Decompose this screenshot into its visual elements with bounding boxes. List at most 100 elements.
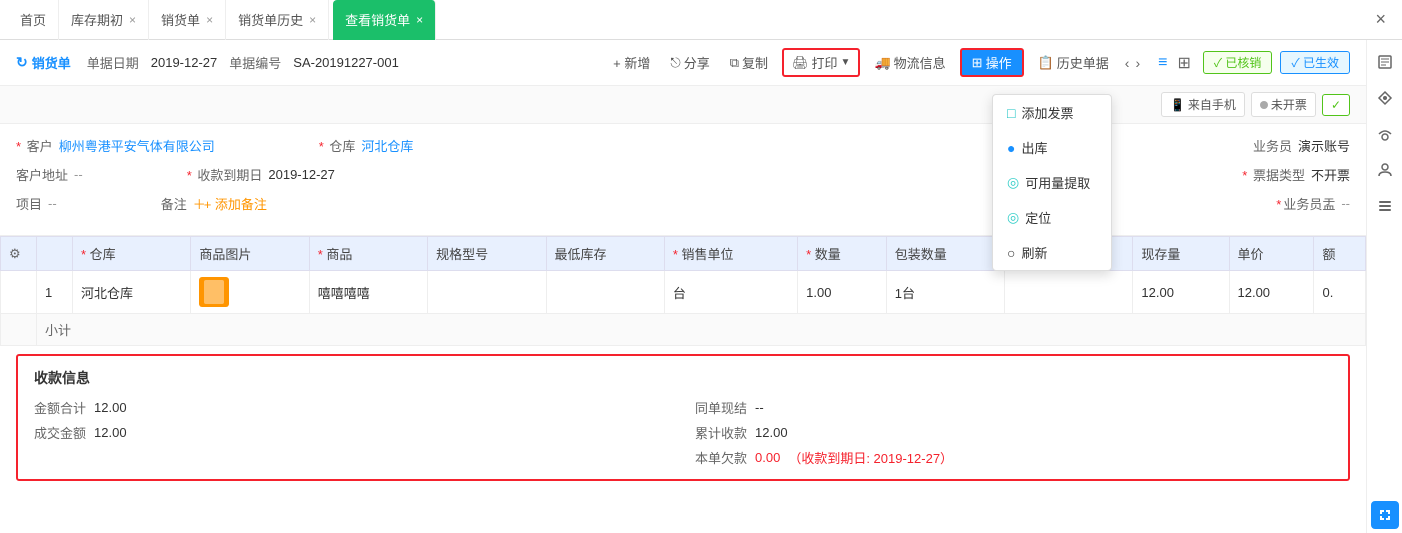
row-sales-unit: 台: [664, 271, 797, 314]
sidebar-icon-5[interactable]: [1371, 192, 1399, 220]
sidebar-icon-2[interactable]: [1371, 84, 1399, 112]
confirm-button[interactable]: ✓: [1322, 94, 1350, 116]
same-order-value: --: [755, 400, 764, 415]
add-note-button[interactable]: ＋ + 添加备注: [193, 194, 267, 213]
row-available: [1005, 271, 1133, 314]
row-index: 1: [37, 271, 73, 314]
toolbar-right: + 新增 ⎋ 分享 ⧉ 复制 🖨 打印 ▼ 🚚 物流信息: [607, 48, 1350, 77]
customer-field: 客户 柳州粤港平安气体有限公司: [16, 136, 215, 155]
col-pack-qty: 包装数量: [886, 237, 1004, 271]
cancelled-badge[interactable]: ✓ 已核销: [1203, 51, 1273, 74]
form-area: 客户 柳州粤港平安气体有限公司 仓库 河北仓库 业务员 演示账号 客户地址 --: [0, 124, 1366, 236]
row-warehouse: 河北仓库: [73, 271, 191, 314]
note-field: 备注 ＋ + 添加备注: [161, 194, 267, 213]
tab-bar: 首页 库存期初 × 销货单 × 销货单历史 × 查看销货单 × ×: [0, 0, 1402, 40]
cumulative-label: 累计收款: [695, 423, 747, 442]
summary-col-right: 同单现结 -- 累计收款 12.00 本单欠款 0.00 （收款到期日: 201…: [695, 398, 1332, 467]
dropdown-arrow: ▼: [841, 57, 851, 68]
customer-value[interactable]: 柳州粤港平安气体有限公司: [59, 136, 215, 155]
project-label: 项目: [16, 194, 42, 213]
total-value: 12.00: [94, 400, 127, 415]
operation-button[interactable]: ⊞ 操作: [960, 48, 1024, 77]
tab-view-sales[interactable]: 查看销货单 ×: [333, 0, 436, 40]
tab-inventory[interactable]: 库存期初 ×: [59, 0, 149, 40]
project-value: --: [48, 196, 57, 211]
tab-sales-history[interactable]: 销货单历史 ×: [226, 0, 329, 40]
address-value: --: [74, 167, 83, 182]
doc-meta: 单据日期 2019-12-27 单据编号 SA-20191227-001: [87, 53, 399, 72]
tab-inventory-close[interactable]: ×: [129, 13, 136, 27]
next-arrow[interactable]: ›: [1133, 53, 1142, 73]
settings-icon[interactable]: ⚙: [9, 246, 21, 261]
col-product-img: 商品图片: [191, 237, 309, 271]
col-quantity: * 数量: [798, 237, 887, 271]
print-button[interactable]: 🖨 打印 ▼: [782, 48, 860, 77]
table-header: ⚙ * 仓库 商品图片 * 商品 规格型号 最低库存 * 销售单位 * 数量 包…: [1, 237, 1366, 271]
col-index: [37, 237, 73, 271]
print-icon: 🖨: [792, 55, 809, 71]
not-open-button[interactable]: 未开票: [1251, 92, 1316, 117]
history-button[interactable]: 📋 历史单据: [1032, 51, 1115, 74]
content-area: ⚙ * 仓库 商品图片 * 商品 规格型号 最低库存 * 销售单位 * 数量 包…: [0, 236, 1366, 533]
logistics-icon: 🚚: [874, 55, 890, 71]
location-icon: ◎: [1007, 209, 1019, 226]
ticket-type-label: 票据类型: [1242, 165, 1305, 184]
add-button[interactable]: + 新增: [607, 51, 656, 74]
copy-button[interactable]: ⧉ 复制: [724, 51, 774, 74]
logistics-button[interactable]: 🚚 物流信息: [868, 51, 951, 74]
employee-label: 业务员: [1253, 136, 1292, 155]
right-sidebar: [1366, 40, 1402, 533]
expand-button[interactable]: [1371, 501, 1399, 529]
effective-badge[interactable]: ✓ 已生效: [1280, 51, 1350, 74]
ticket-type-value: 不开票: [1311, 165, 1350, 184]
tab-sales-history-close[interactable]: ×: [309, 13, 316, 27]
summary-title: 收款信息: [34, 368, 1332, 388]
warehouse-value[interactable]: 河北仓库: [361, 136, 413, 155]
subtotal-row: 小计: [1, 314, 1366, 346]
outbound-label: 出库: [1021, 138, 1047, 157]
row-amount: 0.: [1314, 271, 1366, 314]
list-view-button[interactable]: ≡: [1154, 52, 1171, 74]
outbound-item[interactable]: ● 出库: [993, 130, 1111, 165]
transaction-label: 成交金额: [34, 423, 86, 442]
share-button[interactable]: ⎋ 分享: [664, 51, 715, 74]
add-invoice-item[interactable]: □ 添加发票: [993, 95, 1111, 130]
col-gear: ⚙: [1, 237, 37, 271]
col-warehouse: * 仓库: [73, 237, 191, 271]
summary-section: 收款信息 金额合计 12.00 成交金额 12.00: [16, 354, 1350, 481]
from-phone-button[interactable]: 📱 来自手机: [1161, 92, 1245, 117]
refresh-item[interactable]: ○ 刷新: [993, 235, 1111, 270]
location-label: 定位: [1025, 208, 1051, 227]
available-qty-item[interactable]: ◎ 可用量提取: [993, 165, 1111, 200]
row-stock: 12.00: [1133, 271, 1229, 314]
doc-type-label: ↻ 销货单: [16, 53, 71, 72]
sidebar-icon-4[interactable]: [1371, 156, 1399, 184]
sales-employee-value: --: [1341, 196, 1350, 211]
sidebar-icon-1[interactable]: [1371, 48, 1399, 76]
row-product: 嘻嘻嘻嘻: [309, 271, 427, 314]
total-row: 金额合计 12.00: [34, 398, 671, 417]
summary-col-left: 金额合计 12.00 成交金额 12.00: [34, 398, 671, 467]
refresh-label: 刷新: [1021, 243, 1047, 262]
tab-view-sales-close[interactable]: ×: [416, 13, 423, 27]
customer-label: 客户: [16, 136, 53, 155]
transaction-row: 成交金额 12.00: [34, 423, 671, 442]
form-row-2: 客户地址 -- 收款到期日 2019-12-27 票据类型 不开票: [16, 165, 1350, 184]
sidebar-icon-3[interactable]: [1371, 120, 1399, 148]
form-row-3: 项目 -- 备注 ＋ + 添加备注 业务员盂 --: [16, 194, 1350, 213]
tab-home[interactable]: 首页: [8, 0, 59, 40]
tab-sales-close[interactable]: ×: [206, 13, 213, 27]
due-date-label: 收款到期日: [187, 165, 263, 184]
product-image-inner: [204, 280, 224, 304]
note-label: 备注: [161, 194, 187, 213]
phone-icon: 📱: [1170, 98, 1185, 112]
tab-sales[interactable]: 销货单 ×: [149, 0, 226, 40]
col-amount: 额: [1314, 237, 1366, 271]
sales-employee-label: 业务员盂: [1276, 194, 1335, 213]
location-item[interactable]: ◎ 定位: [993, 200, 1111, 235]
prev-arrow[interactable]: ‹: [1123, 53, 1132, 73]
grid-view-button[interactable]: ⊞: [1173, 51, 1194, 75]
project-field: 项目 --: [16, 194, 57, 213]
window-close-button[interactable]: ×: [1367, 9, 1394, 30]
current-due-value: 0.00: [755, 450, 780, 465]
